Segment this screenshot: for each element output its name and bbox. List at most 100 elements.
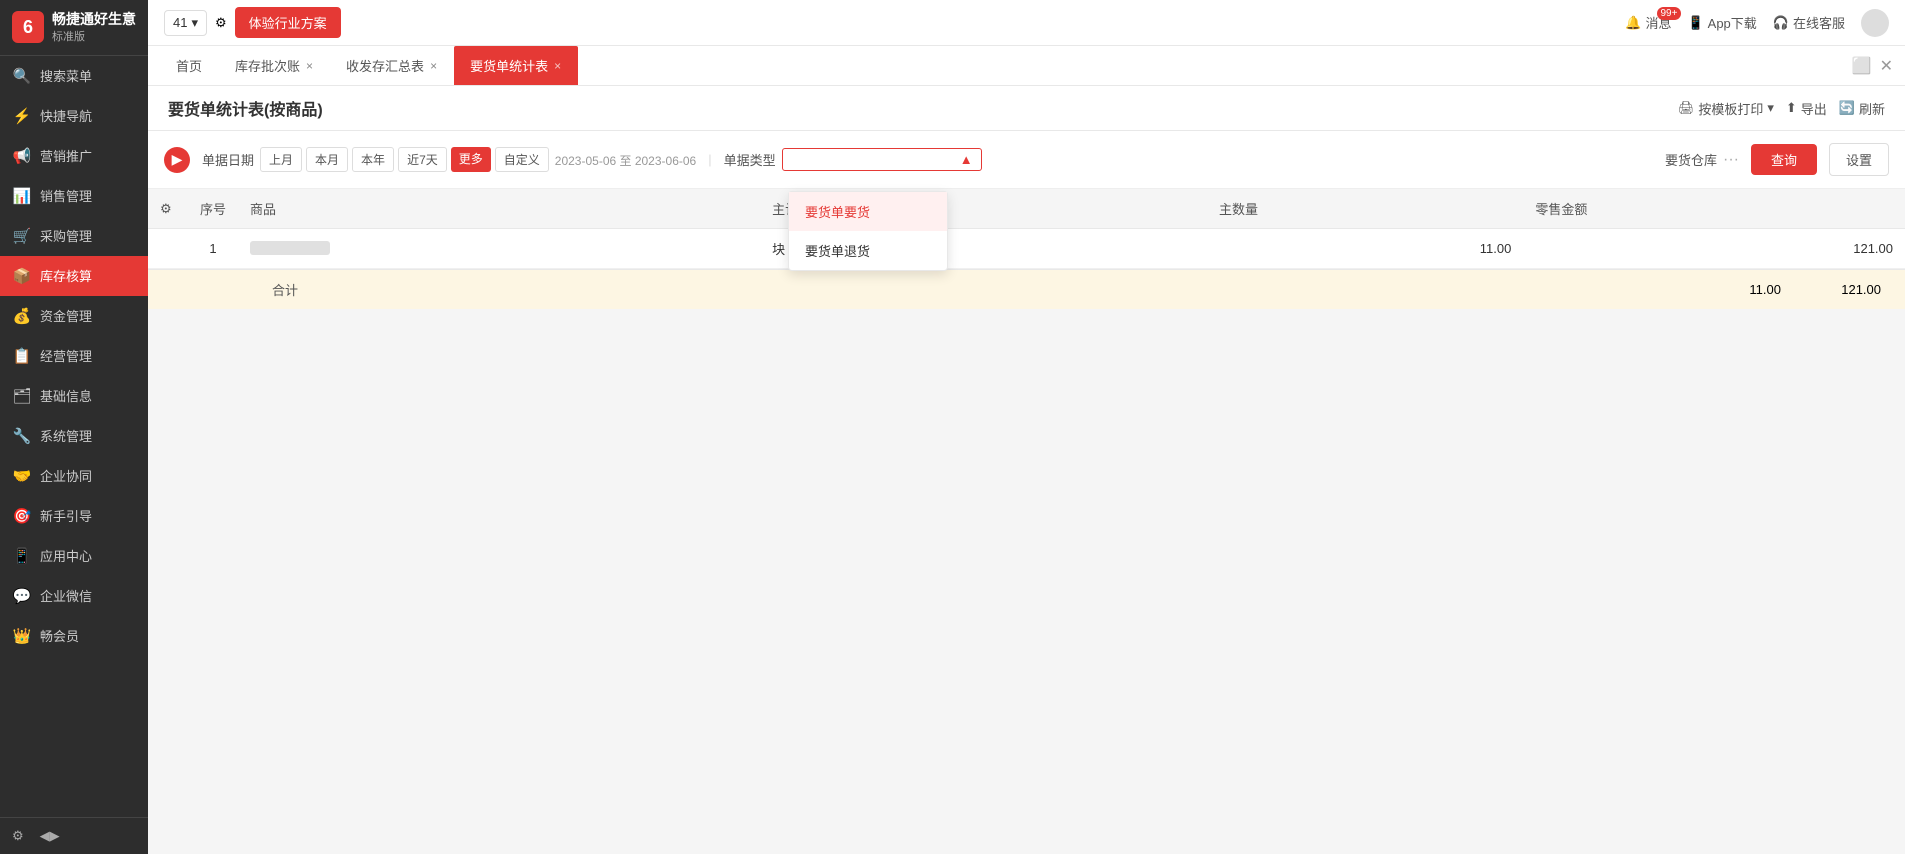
- filter-type-label: 单据类型: [724, 150, 776, 169]
- sidebar-item-label: 采购管理: [40, 226, 92, 245]
- filter-type-group: 单据类型 ▲: [724, 148, 1653, 171]
- sidebar-item-system[interactable]: 🔧 系统管理: [0, 416, 148, 456]
- filter-date-group: 单据日期 上月 本月 本年 近7天 更多 自定义 2023-05-06 至 20…: [202, 147, 696, 172]
- sidebar-item-label: 销售管理: [40, 186, 92, 205]
- logo-icon: 6: [12, 11, 44, 43]
- sidebar-item-marketing[interactable]: 📢 营销推广: [0, 136, 148, 176]
- btn-this-month[interactable]: 本月: [306, 147, 348, 172]
- btn-custom[interactable]: 自定义: [495, 147, 549, 172]
- sidebar-item-quick-nav[interactable]: ⚡ 快捷导航: [0, 96, 148, 136]
- app-logo: 6 畅捷通好生意 标准版: [0, 0, 148, 56]
- page-header: 要货单统计表(按商品) 🖨 按模板打印 ▾ ⬆ 导出 🔄 刷新: [148, 86, 1905, 131]
- tab-receive-summary[interactable]: 收发存汇总表 ×: [330, 46, 454, 85]
- page-title: 要货单统计表(按商品): [168, 96, 323, 120]
- col-quantity: 主数量: [1207, 189, 1523, 229]
- avatar[interactable]: [1861, 9, 1889, 37]
- sales-icon: 📊: [12, 186, 32, 206]
- tab-maximize-icon[interactable]: ⬜: [1852, 56, 1872, 76]
- data-table: ⚙ 序号 商品 主计量单位 主数量 零售金额 1: [148, 189, 1905, 269]
- sidebar-item-purchase[interactable]: 🛒 采购管理: [0, 216, 148, 256]
- tab-order-summary[interactable]: 要货单统计表 ×: [454, 46, 578, 85]
- tabs-bar: 首页 库存批次账 × 收发存汇总表 × 要货单统计表 × ⬜ ✕: [148, 46, 1905, 86]
- sidebar-item-wechat[interactable]: 💬 企业微信: [0, 576, 148, 616]
- sidebar: 6 畅捷通好生意 标准版 🔍 搜索菜单 ⚡ 快捷导航 📢 营销推广 📊 销售管理…: [0, 0, 148, 854]
- dropdown-item-order-purchase[interactable]: 要货单要货: [789, 192, 947, 231]
- sidebar-item-enterprise[interactable]: 🤝 企业协同: [0, 456, 148, 496]
- dropdown-item-order-return[interactable]: 要货单退货: [789, 231, 947, 270]
- basics-icon: 🗂: [12, 386, 32, 406]
- refresh-label: 刷新: [1859, 99, 1885, 118]
- purchase-icon: 🛒: [12, 226, 32, 246]
- badge-more[interactable]: 更多: [451, 147, 491, 172]
- sidebar-nav: 🔍 搜索菜单 ⚡ 快捷导航 📢 营销推广 📊 销售管理 🛒 采购管理 📦 库存核…: [0, 56, 148, 817]
- sidebar-item-newbie[interactable]: 🎯 新手引导: [0, 496, 148, 536]
- sidebar-item-sales[interactable]: 📊 销售管理: [0, 176, 148, 216]
- btn-print[interactable]: 🖨 按模板打印 ▾: [1678, 99, 1774, 118]
- notifications-btn[interactable]: 🔔 消息 99+: [1625, 13, 1671, 32]
- sidebar-item-label: 新手引导: [40, 506, 92, 525]
- tab-receive-summary-close[interactable]: ×: [430, 59, 437, 73]
- app-title: 畅捷通好生意: [52, 10, 136, 30]
- search-icon: 🔍: [12, 66, 32, 86]
- btn-this-year[interactable]: 本年: [352, 147, 394, 172]
- filter-separator: |: [708, 152, 711, 167]
- collapse-icon[interactable]: ◀▶: [40, 828, 60, 844]
- quick-nav-icon: ⚡: [12, 106, 32, 126]
- row-amount: 121.00: [1523, 229, 1905, 269]
- online-service-btn[interactable]: 🎧 在线客服: [1773, 13, 1845, 32]
- table-row: 1 块 11.00 121.00: [148, 229, 1905, 269]
- sidebar-item-label: 营销推广: [40, 146, 92, 165]
- settings-icon[interactable]: ⚙: [12, 828, 24, 844]
- store-name: 41: [173, 15, 187, 30]
- app-download-btn[interactable]: 📱 App下载: [1687, 13, 1756, 32]
- sidebar-item-label: 经营管理: [40, 346, 92, 365]
- sidebar-item-member[interactable]: 👑 畅会员: [0, 616, 148, 656]
- filter-more-btn[interactable]: ···: [1723, 151, 1739, 169]
- btn-refresh[interactable]: 🔄 刷新: [1839, 99, 1885, 118]
- filter-type-select[interactable]: ▲: [782, 148, 982, 171]
- btn-export[interactable]: ⬆ 导出: [1786, 99, 1827, 118]
- sidebar-item-search[interactable]: 🔍 搜索菜单: [0, 56, 148, 96]
- tab-receive-summary-label: 收发存汇总表: [346, 56, 424, 75]
- enterprise-icon: 🤝: [12, 466, 32, 486]
- tab-inventory-batch-close[interactable]: ×: [306, 59, 313, 73]
- store-selector[interactable]: 41 ▾: [164, 10, 207, 36]
- topbar-left: 41 ▾ ⚙ 体验行业方案: [164, 7, 1613, 38]
- tab-inventory-batch[interactable]: 库存批次账 ×: [219, 46, 330, 85]
- product-name-blur: [250, 241, 330, 255]
- sidebar-item-operation[interactable]: 📋 经营管理: [0, 336, 148, 376]
- page: 要货单统计表(按商品) 🖨 按模板打印 ▾ ⬆ 导出 🔄 刷新 ▶: [148, 86, 1905, 854]
- export-icon: ⬆: [1786, 100, 1797, 116]
- btn-recent7[interactable]: 近7天: [398, 147, 447, 172]
- row-quantity: 11.00: [1207, 229, 1523, 269]
- export-label: 导出: [1801, 99, 1827, 118]
- print-icon: 🖨: [1678, 100, 1695, 116]
- settings-gear-icon[interactable]: ⚙: [215, 15, 227, 31]
- btn-industry[interactable]: 体验行业方案: [235, 7, 341, 38]
- sidebar-item-finance[interactable]: 💰 资金管理: [0, 296, 148, 336]
- col-settings[interactable]: ⚙: [148, 189, 188, 229]
- row-settings: [148, 229, 188, 269]
- tab-order-summary-close[interactable]: ×: [554, 59, 561, 73]
- sidebar-item-label: 库存核算: [40, 266, 92, 285]
- wechat-icon: 💬: [12, 586, 32, 606]
- btn-query[interactable]: 查询: [1751, 144, 1817, 175]
- sidebar-item-inventory[interactable]: 📦 库存核算: [0, 256, 148, 296]
- tab-home[interactable]: 首页: [160, 46, 219, 85]
- sidebar-bottom: ⚙ ◀▶: [0, 817, 148, 854]
- notification-count: 99+: [1657, 7, 1682, 20]
- sidebar-item-basics[interactable]: 🗂 基础信息: [0, 376, 148, 416]
- col-num: 序号: [188, 189, 238, 229]
- btn-settings[interactable]: 设置: [1829, 143, 1889, 176]
- btn-last-month[interactable]: 上月: [260, 147, 302, 172]
- tab-close-all-icon[interactable]: ✕: [1880, 56, 1893, 76]
- col-amount: 零售金额: [1523, 189, 1905, 229]
- sidebar-item-label: 畅会员: [40, 626, 79, 645]
- filter-bar: ▶ 单据日期 上月 本月 本年 近7天 更多 自定义 2023-05-06 至 …: [148, 131, 1905, 189]
- footer-quantity: 11.00: [1693, 282, 1793, 297]
- table-footer: 合计 11.00 121.00: [148, 269, 1905, 309]
- filter-expand-btn[interactable]: ▶: [164, 147, 190, 173]
- main-content: 41 ▾ ⚙ 体验行业方案 🔔 消息 99+ 📱 App下载 🎧 在线客服: [148, 0, 1905, 854]
- sidebar-item-app-center[interactable]: 📱 应用中心: [0, 536, 148, 576]
- sidebar-item-label: 资金管理: [40, 306, 92, 325]
